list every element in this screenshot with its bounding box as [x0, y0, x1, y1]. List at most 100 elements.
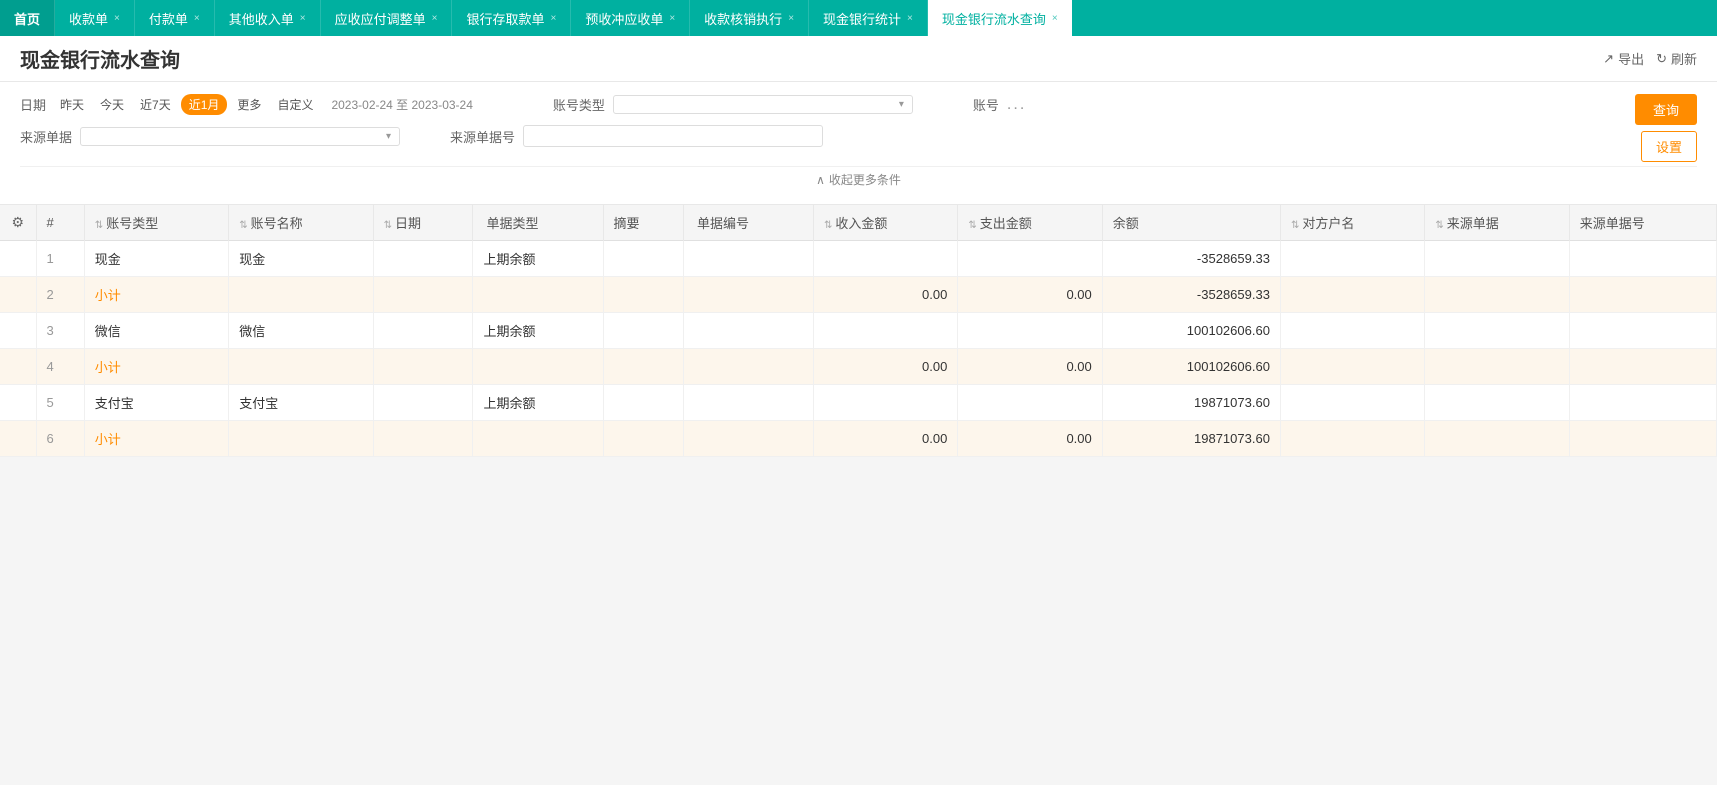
table-cell: 0.00	[813, 349, 957, 385]
table-cell	[603, 421, 683, 457]
date-btn-yesterday[interactable]: 昨天	[54, 94, 90, 115]
refresh-button[interactable]: ↻ 刷新	[1656, 49, 1697, 68]
table-cell	[1280, 421, 1424, 457]
nav-item-payment[interactable]: 付款单×	[135, 0, 215, 36]
export-button[interactable]: ↗ 导出	[1603, 49, 1644, 68]
nav-item-ar-ap-adjust[interactable]: 应收应付调整单×	[321, 0, 453, 36]
table-cell	[1569, 385, 1716, 421]
col-num: #	[36, 205, 84, 241]
query-button[interactable]: 查询	[1635, 94, 1697, 125]
table-cell	[603, 241, 683, 277]
date-btn-last7[interactable]: 近7天	[134, 94, 177, 115]
table-cell: 支付宝	[229, 385, 373, 421]
table-cell	[373, 241, 473, 277]
col-account-name: ⇅账号名称	[229, 205, 373, 241]
table-cell	[473, 349, 603, 385]
nav-close-icon[interactable]: ×	[550, 13, 556, 24]
nav-close-icon[interactable]: ×	[300, 13, 306, 24]
table-cell: 0.00	[958, 277, 1102, 313]
source-doc-number-input[interactable]	[523, 125, 823, 147]
table-cell	[683, 421, 813, 457]
nav-close-icon[interactable]: ×	[114, 13, 120, 24]
table-cell	[813, 313, 957, 349]
table-header: ⚙ # ⇅账号类型 ⇅账号名称 ⇅日期 单据类型 摘要 单据编号 ⇅收入金额 ⇅…	[0, 205, 1717, 241]
nav-close-icon[interactable]: ×	[1052, 13, 1058, 24]
col-counterpart: ⇅对方户名	[1280, 205, 1424, 241]
table-cell	[603, 349, 683, 385]
table-cell	[1569, 277, 1716, 313]
nav-item-receipt-verify[interactable]: 收款核销执行×	[690, 0, 809, 36]
nav-item-receipt[interactable]: 收款单×	[55, 0, 135, 36]
table-cell	[373, 277, 473, 313]
table-cell	[229, 421, 373, 457]
table-cell	[813, 241, 957, 277]
refresh-icon: ↻	[1656, 51, 1667, 67]
nav-item-cash-stats[interactable]: 现金银行统计×	[809, 0, 928, 36]
col-expense: ⇅支出金额	[958, 205, 1102, 241]
table-cell	[1280, 385, 1424, 421]
account-type-select[interactable]: ▾	[613, 95, 913, 114]
table-cell: 上期余额	[473, 241, 603, 277]
table-cell: 上期余额	[473, 385, 603, 421]
date-btn-today[interactable]: 今天	[94, 94, 130, 115]
page-title: 现金银行流水查询	[20, 44, 180, 73]
table-cell	[0, 349, 36, 385]
settings-button[interactable]: 设置	[1641, 131, 1697, 162]
source-doc-select[interactable]: ▾	[80, 127, 400, 146]
table-cell	[1569, 421, 1716, 457]
source-doc-chevron-icon: ▾	[386, 131, 391, 142]
table-cell	[1280, 241, 1424, 277]
date-range-display: 2023-02-24 至 2023-03-24	[331, 96, 472, 113]
table-row: 5支付宝支付宝上期余额19871073.60	[0, 385, 1717, 421]
date-label: 日期	[20, 95, 46, 114]
table-cell	[0, 277, 36, 313]
column-settings-header: ⚙	[0, 205, 36, 241]
page-header: 现金银行流水查询 ↗ 导出 ↻ 刷新	[0, 36, 1717, 82]
table-cell	[603, 277, 683, 313]
nav-close-icon[interactable]: ×	[788, 13, 794, 24]
table-cell: 0.00	[813, 277, 957, 313]
chevron-down-icon: ▾	[899, 99, 904, 110]
nav-close-icon[interactable]: ×	[432, 13, 438, 24]
table-cell	[1425, 241, 1569, 277]
table-cell	[229, 349, 373, 385]
nav-close-icon[interactable]: ×	[194, 13, 200, 24]
collapse-more-conditions-button[interactable]: ∧ 收起更多条件	[20, 166, 1697, 192]
nav-item-other-income[interactable]: 其他收入单×	[215, 0, 321, 36]
nav-item-cash-flow-query[interactable]: 现金银行流水查询×	[928, 0, 1072, 36]
nav-close-icon[interactable]: ×	[669, 13, 675, 24]
collapse-label: 收起更多条件	[829, 171, 901, 188]
table-cell	[373, 313, 473, 349]
table-cell	[958, 385, 1102, 421]
date-btn-last1month[interactable]: 近1月	[181, 94, 228, 115]
table-cell: 小计	[84, 349, 228, 385]
table-cell	[1280, 313, 1424, 349]
table-cell	[813, 385, 957, 421]
table-cell: 3	[36, 313, 84, 349]
table-cell	[958, 241, 1102, 277]
table-cell	[1280, 349, 1424, 385]
nav-item-home[interactable]: 首页	[0, 0, 55, 36]
table-cell: 100102606.60	[1102, 313, 1280, 349]
table-cell: 小计	[84, 277, 228, 313]
nav-item-bank-deposit[interactable]: 银行存取款单×	[452, 0, 571, 36]
col-balance: 余额	[1102, 205, 1280, 241]
account-dots-button[interactable]: ...	[1007, 96, 1026, 114]
right-action-buttons: 查询 设置	[1635, 94, 1697, 162]
column-gear-icon[interactable]: ⚙	[11, 214, 24, 230]
cash-flow-table: ⚙ # ⇅账号类型 ⇅账号名称 ⇅日期 单据类型 摘要 单据编号 ⇅收入金额 ⇅…	[0, 205, 1717, 457]
table-cell	[229, 277, 373, 313]
date-btn-custom[interactable]: 自定义	[271, 94, 319, 115]
table-cell: 0.00	[958, 349, 1102, 385]
table-cell	[1425, 349, 1569, 385]
col-source-doc-number: 来源单据号	[1569, 205, 1716, 241]
filter-row-2: 来源单据 ▾ 来源单据号	[20, 125, 1635, 147]
table-cell	[473, 421, 603, 457]
table-row: 6小计0.000.0019871073.60	[0, 421, 1717, 457]
col-source-doc: ⇅来源单据	[1425, 205, 1569, 241]
table-cell: 微信	[229, 313, 373, 349]
source-doc-label: 来源单据	[20, 127, 72, 146]
nav-item-prepay-offset[interactable]: 预收冲应收单×	[571, 0, 690, 36]
date-btn-more[interactable]: 更多	[231, 94, 267, 115]
nav-close-icon[interactable]: ×	[907, 13, 913, 24]
